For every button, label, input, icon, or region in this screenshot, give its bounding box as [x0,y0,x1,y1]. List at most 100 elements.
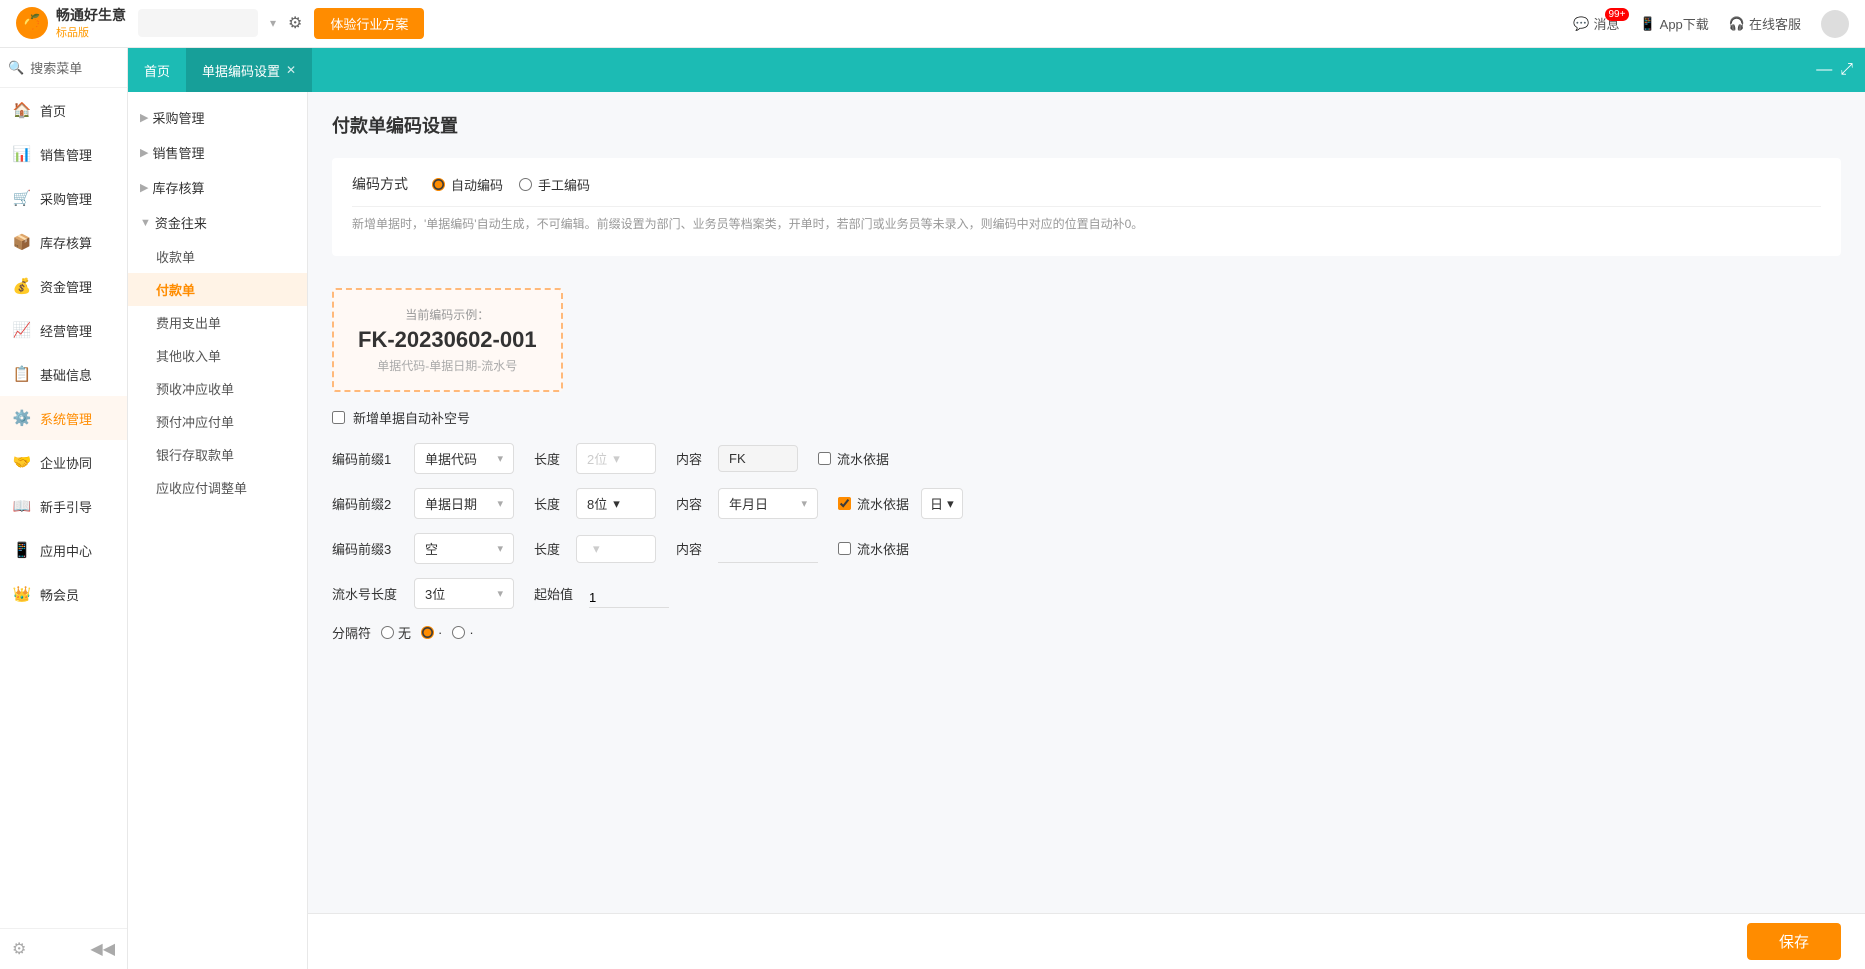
sidebar-item-appcenter[interactable]: 📱 应用中心 [0,528,127,572]
sidebar-item-newguide[interactable]: 📖 新手引导 [0,484,127,528]
nav-child-pre-payment[interactable]: 预付冲应付单 [128,405,307,438]
nav-parent-purchase[interactable]: ▶ 采购管理 [128,100,307,135]
day-select-2[interactable]: 日 ▾ [921,488,963,519]
message-button[interactable]: 💬 消息 99+ [1573,14,1619,33]
save-button[interactable]: 保存 [1747,923,1841,960]
sidebar-item-home[interactable]: 🏠 首页 [0,88,127,132]
content-label-2: 内容 [676,494,702,513]
content-area: 首页 单据编码设置 ✕ — ⤢ ▶ 采购管理 [128,48,1865,969]
finance-icon: 💰 [12,276,32,296]
tab-home[interactable]: 首页 [128,48,186,92]
inventory-icon: 📦 [12,232,32,252]
nav-parent-capital[interactable]: ▼ 资金往来 [128,205,307,240]
nav-child-receipt[interactable]: 收款单 [128,240,307,273]
manual-code-radio[interactable]: 手工编码 [519,175,590,194]
length-select-1[interactable]: 2位 ▾ [576,443,656,474]
start-value-label: 起始值 [534,584,573,603]
encoding-radio-group: 自动编码 手工编码 [432,175,590,194]
tab-bar-actions: — ⤢ [1816,61,1865,79]
sep-dash-radio[interactable]: · [452,625,473,640]
right-panel: 付款单编码设置 编码方式 自动编码 [308,92,1865,913]
nav-child-expense[interactable]: 费用支出单 [128,306,307,339]
topbar-right: 💬 消息 99+ 📱 App下载 🎧 在线客服 [1573,10,1849,38]
caret-icon: ▾ [613,451,620,467]
app-download-button[interactable]: 📱 App下载 [1639,14,1708,33]
dropdown-caret-icon[interactable]: ▾ [270,16,276,30]
sidebar-search[interactable]: 🔍 搜索菜单 [0,48,127,88]
prefix-select-3[interactable]: 空 ▾ [414,533,514,564]
nav-parent-sales[interactable]: ▶ 销售管理 [128,135,307,170]
content-select-2[interactable]: 年月日 ▾ [718,488,818,519]
nav-child-pre-collection[interactable]: 预收冲应收单 [128,372,307,405]
encoding-method-section: 编码方式 自动编码 手工编码 [332,158,1841,256]
trial-button[interactable]: 体验行业方案 [314,8,424,39]
sidebar-item-collab[interactable]: 🤝 企业协同 [0,440,127,484]
serial-checkbox-1[interactable]: 流水依据 [818,449,889,468]
sidebar-item-purchase[interactable]: 🛒 采购管理 [0,176,127,220]
main-layout: 🔍 搜索菜单 🏠 首页 📊 销售管理 🛒 采购管理 📦 库存核算 💰 资金管理 … [0,48,1865,969]
caret-icon: ▾ [593,541,600,557]
newguide-icon: 📖 [12,496,32,516]
serial-checkbox-3[interactable]: 流水依据 [838,539,909,558]
sales-icon: 📊 [12,144,32,164]
caret-icon: ▾ [802,497,808,510]
gear-icon[interactable]: ⚙ [288,13,302,33]
sep-dot-radio[interactable]: · [421,625,442,640]
left-panel: ▶ 采购管理 ▶ 销售管理 ▶ 库存核算 [128,92,308,969]
nav-child-other-income[interactable]: 其他收入单 [128,339,307,372]
sidebar-item-basic[interactable]: 📋 基础信息 [0,352,127,396]
arrow-icon: ▶ [140,111,148,124]
sidebar: 🔍 搜索菜单 🏠 首页 📊 销售管理 🛒 采购管理 📦 库存核算 💰 资金管理 … [0,48,128,969]
prefix-label-3: 编码前缀3 [332,539,402,558]
tab-single-code[interactable]: 单据编码设置 ✕ [186,48,312,92]
length-select-3[interactable]: ▾ [576,535,656,563]
encoding-method-label: 编码方式 [352,174,408,194]
start-value-input[interactable]: 1 [589,580,669,608]
sidebar-item-member[interactable]: 👑 畅会员 [0,572,127,616]
nav-child-ar-ap-adjust[interactable]: 应收应付调整单 [128,471,307,504]
service-icon: 🎧 [1729,16,1745,32]
prefix-select-1[interactable]: 单据代码 ▾ [414,443,514,474]
collapse-icon[interactable]: ◀◀ [90,939,115,959]
serial-checkbox-2[interactable]: 流水依据 [838,494,909,513]
topbar-logo: 🍊 畅通好生意 标品版 [16,7,126,40]
topbar-left: 🍊 畅通好生意 标品版 用户名 ▾ ⚙ 体验行业方案 [16,7,424,40]
member-icon: 👑 [12,584,32,604]
field-row-3: 编码前缀3 空 ▾ 长度 ▾ 内容 [332,533,1841,564]
length-select-2[interactable]: 8位 ▾ [576,488,656,519]
footer-bar: 保存 [308,913,1865,969]
nav-child-payment[interactable]: 付款单 [128,273,307,306]
page-title: 付款单编码设置 [332,112,1841,138]
search-icon: 🔍 [8,60,24,76]
tab-close-icon[interactable]: ✕ [286,63,296,77]
preview-label: 当前编码示例： [358,306,537,323]
minimize-icon[interactable]: — [1816,61,1832,79]
sidebar-item-inventory[interactable]: 📦 库存核算 [0,220,127,264]
auto-fill-checkbox[interactable] [332,411,345,424]
serial-length-select[interactable]: 3位 ▾ [414,578,514,609]
sidebar-item-finance[interactable]: 💰 资金管理 [0,264,127,308]
caret-icon: ▾ [497,587,503,600]
avatar[interactable] [1821,10,1849,38]
nav-parent-inventory[interactable]: ▶ 库存核算 [128,170,307,205]
basic-icon: 📋 [12,364,32,384]
nav-child-bank-deposit[interactable]: 银行存取款单 [128,438,307,471]
search-bar: 用户名 [138,9,258,37]
appcenter-icon: 📱 [12,540,32,560]
app-icon: 📱 [1639,16,1655,32]
auto-fill-row: 新增单据自动补空号 [332,408,1841,427]
caret-icon: ▾ [497,497,503,510]
nav-group-sales: ▶ 销售管理 [128,135,307,170]
content-input-1: FK [718,445,798,472]
sidebar-item-sales[interactable]: 📊 销售管理 [0,132,127,176]
sidebar-item-operation[interactable]: 📈 经营管理 [0,308,127,352]
content-label-3: 内容 [676,539,702,558]
settings-icon[interactable]: ⚙ [12,939,26,959]
prefix-select-2[interactable]: 单据日期 ▾ [414,488,514,519]
sep-none-radio[interactable]: 无 [381,623,411,642]
online-service-button[interactable]: 🎧 在线客服 [1729,14,1801,33]
maximize-icon[interactable]: ⤢ [1840,61,1853,79]
arrow-icon: ▶ [140,181,148,194]
sidebar-item-system[interactable]: ⚙️ 系统管理 [0,396,127,440]
auto-code-radio[interactable]: 自动编码 [432,175,503,194]
